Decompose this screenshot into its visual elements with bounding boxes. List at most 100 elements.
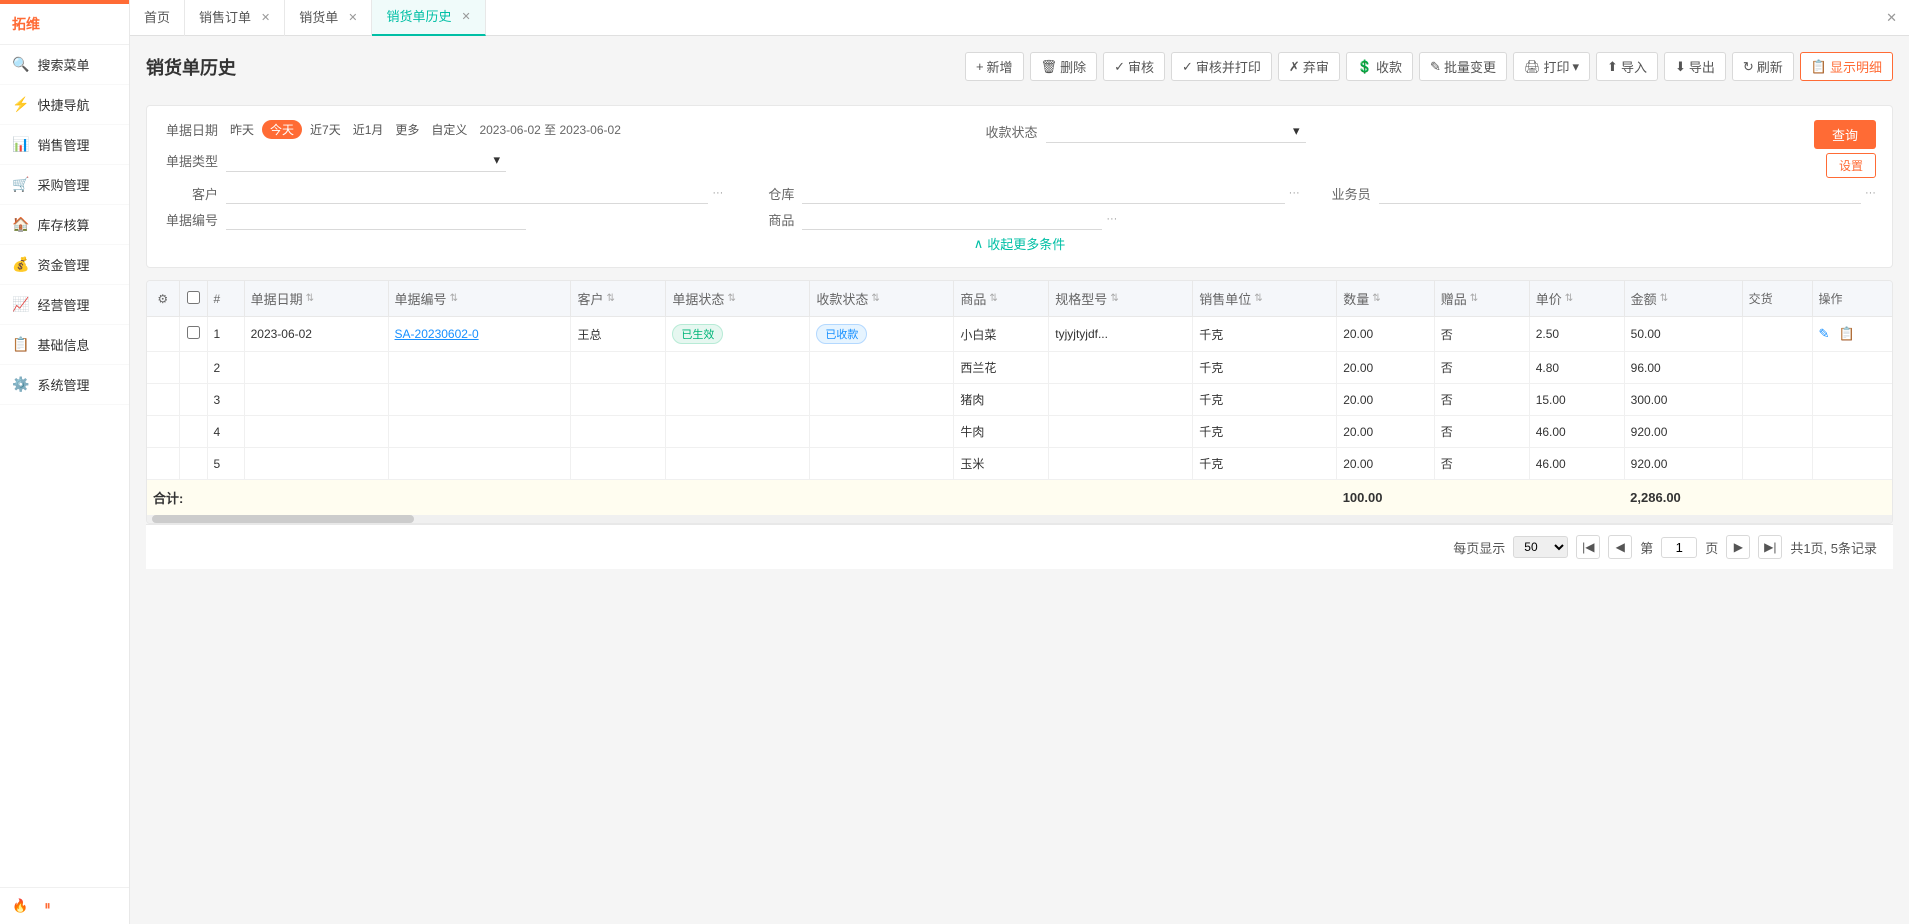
import-icon: ⬆: [1607, 59, 1618, 75]
row-action: [1812, 416, 1892, 448]
th-spec[interactable]: 规格型号⇅: [1049, 281, 1193, 317]
export-button[interactable]: ⬇ 导出: [1664, 52, 1726, 81]
sort-customer-icon: ⇅: [606, 293, 614, 304]
shortcut-1month[interactable]: 近1月: [349, 120, 388, 139]
th-docno[interactable]: 单据编号⇅: [388, 281, 571, 317]
fire-icon[interactable]: 🔥: [12, 898, 28, 914]
shortcut-custom[interactable]: 自定义: [427, 120, 471, 139]
new-button[interactable]: + 新增: [965, 52, 1024, 81]
import-button[interactable]: ⬆ 导入: [1596, 52, 1658, 81]
sidebar-item-system[interactable]: ⚙️ 系统管理: [0, 365, 129, 405]
sidebar-item-finance[interactable]: 💰 资金管理: [0, 245, 129, 285]
warehouse-dots[interactable]: ···: [1289, 187, 1300, 199]
next-page-button[interactable]: ▶: [1726, 535, 1750, 559]
staff-dots[interactable]: ···: [1865, 187, 1876, 199]
row-action: ✎ 📋: [1812, 317, 1892, 352]
customer-input[interactable]: [226, 182, 708, 204]
th-doc-status[interactable]: 单据状态⇅: [666, 281, 810, 317]
date-shortcuts: 昨天 今天 近7天 近1月 更多 自定义: [226, 120, 471, 139]
page-unit: 页: [1705, 538, 1718, 557]
row-check[interactable]: [179, 352, 207, 384]
sidebar-item-basicinfo[interactable]: 📋 基础信息: [0, 325, 129, 365]
th-qty[interactable]: 数量⇅: [1337, 281, 1435, 317]
shortcut-more[interactable]: 更多: [391, 120, 423, 139]
prev-page-button[interactable]: ◀: [1608, 535, 1632, 559]
print-button[interactable]: 🖨 打印 ▾: [1513, 52, 1590, 81]
refresh-button[interactable]: ↻ 刷新: [1732, 52, 1794, 81]
shortcut-yesterday[interactable]: 昨天: [226, 120, 258, 139]
docno-input[interactable]: [226, 208, 526, 230]
row-product: 西兰花: [954, 352, 1049, 384]
th-customer[interactable]: 客户⇅: [571, 281, 666, 317]
doctype-label: 单据类型: [163, 151, 218, 170]
row-unit: 千克: [1193, 448, 1337, 480]
sidebar-item-inventory[interactable]: 🏠 库存核算: [0, 205, 129, 245]
reject-button[interactable]: ✗ 弃审: [1278, 52, 1340, 81]
sidebar: 拓维 🔍 搜索菜单 ⚡ 快捷导航 📊 销售管理 🛒 采购管理 🏠 库存核算 💰 …: [0, 0, 130, 924]
product-dots[interactable]: ···: [1106, 213, 1117, 225]
copy-row-button[interactable]: 📋: [1839, 326, 1855, 341]
scrollbar-thumb[interactable]: [152, 515, 414, 523]
th-unit[interactable]: 销售单位⇅: [1193, 281, 1337, 317]
collapse-button[interactable]: ∧ 收起更多条件: [163, 230, 1876, 253]
th-gift[interactable]: 赠品⇅: [1434, 281, 1529, 317]
row-checkbox[interactable]: [187, 326, 200, 339]
footer-spacer: [1434, 480, 1624, 516]
sidebar-item-search[interactable]: 🔍 搜索菜单: [0, 45, 129, 85]
shortcut-today[interactable]: 今天: [262, 120, 302, 139]
row-check[interactable]: [179, 416, 207, 448]
tab-sales-order[interactable]: 销售订单 ✕: [185, 0, 285, 36]
last-page-button[interactable]: ▶|: [1758, 535, 1782, 559]
warehouse-input[interactable]: [802, 182, 1284, 204]
filter-row-2: 客户 ··· 仓库 ··· 业务员 ···: [163, 182, 1876, 204]
staff-input[interactable]: [1379, 182, 1861, 204]
tab-home-label: 首页: [144, 0, 170, 36]
payment-status-select[interactable]: ▾: [1046, 120, 1306, 143]
th-payment-status[interactable]: 收款状态⇅: [810, 281, 954, 317]
shortcut-7days[interactable]: 近7天: [306, 120, 345, 139]
product-input[interactable]: [802, 208, 1102, 230]
row-gear: [147, 384, 179, 416]
setup-button[interactable]: 设置: [1826, 153, 1876, 178]
tab-history-close[interactable]: ✕: [462, 0, 471, 35]
audit-button[interactable]: ✓ 审核: [1103, 52, 1165, 81]
horizontal-scrollbar[interactable]: [147, 515, 1892, 523]
page-number-input[interactable]: 1: [1661, 537, 1697, 558]
row-unit: 千克: [1193, 384, 1337, 416]
audit-print-button[interactable]: ✓ 审核并打印: [1171, 52, 1272, 81]
row-docno[interactable]: SA-20230602-0: [388, 317, 571, 352]
doc-type-select[interactable]: ▾: [226, 149, 506, 172]
tab-home[interactable]: 首页: [130, 0, 185, 36]
row-check[interactable]: [179, 384, 207, 416]
sidebar-item-sales[interactable]: 📊 销售管理: [0, 125, 129, 165]
edit-row-button[interactable]: ✎: [1819, 326, 1830, 341]
tab-sales-order-close[interactable]: ✕: [261, 0, 270, 36]
row-gift: 否: [1434, 416, 1529, 448]
batch-change-button[interactable]: ✎ 批量变更: [1419, 52, 1507, 81]
th-amount[interactable]: 金额⇅: [1624, 281, 1742, 317]
per-page-select[interactable]: 50 100 200: [1513, 536, 1568, 558]
th-price[interactable]: 单价⇅: [1529, 281, 1624, 317]
sidebar-item-quicknav[interactable]: ⚡ 快捷导航: [0, 85, 129, 125]
th-check[interactable]: [179, 281, 207, 317]
row-check[interactable]: [179, 317, 207, 352]
sidebar-item-operations[interactable]: 📈 经营管理: [0, 285, 129, 325]
th-date[interactable]: 单据日期⇅: [244, 281, 388, 317]
show-detail-button[interactable]: 📋 显示明细: [1800, 52, 1893, 81]
th-gear[interactable]: ⚙: [147, 281, 179, 317]
tab-sales-invoice-close[interactable]: ✕: [348, 0, 357, 36]
tab-bar-close-all[interactable]: ✕: [1874, 10, 1909, 26]
row-check[interactable]: [179, 448, 207, 480]
tab-history[interactable]: 销货单历史 ✕: [372, 0, 485, 36]
customer-dots[interactable]: ···: [712, 187, 723, 199]
sidebar-item-purchase[interactable]: 🛒 采购管理: [0, 165, 129, 205]
th-product[interactable]: 商品⇅: [954, 281, 1049, 317]
pause-icon[interactable]: ⏸: [44, 898, 51, 914]
first-page-button[interactable]: |◀: [1576, 535, 1600, 559]
query-button[interactable]: 查询: [1814, 120, 1876, 149]
payment-status-badge: 已收款: [816, 324, 867, 344]
select-all-checkbox[interactable]: [187, 291, 200, 304]
delete-button[interactable]: 🗑 删除: [1030, 52, 1098, 81]
collect-payment-button[interactable]: 💲 收款: [1346, 52, 1413, 81]
tab-sales-invoice[interactable]: 销货单 ✕: [285, 0, 372, 36]
